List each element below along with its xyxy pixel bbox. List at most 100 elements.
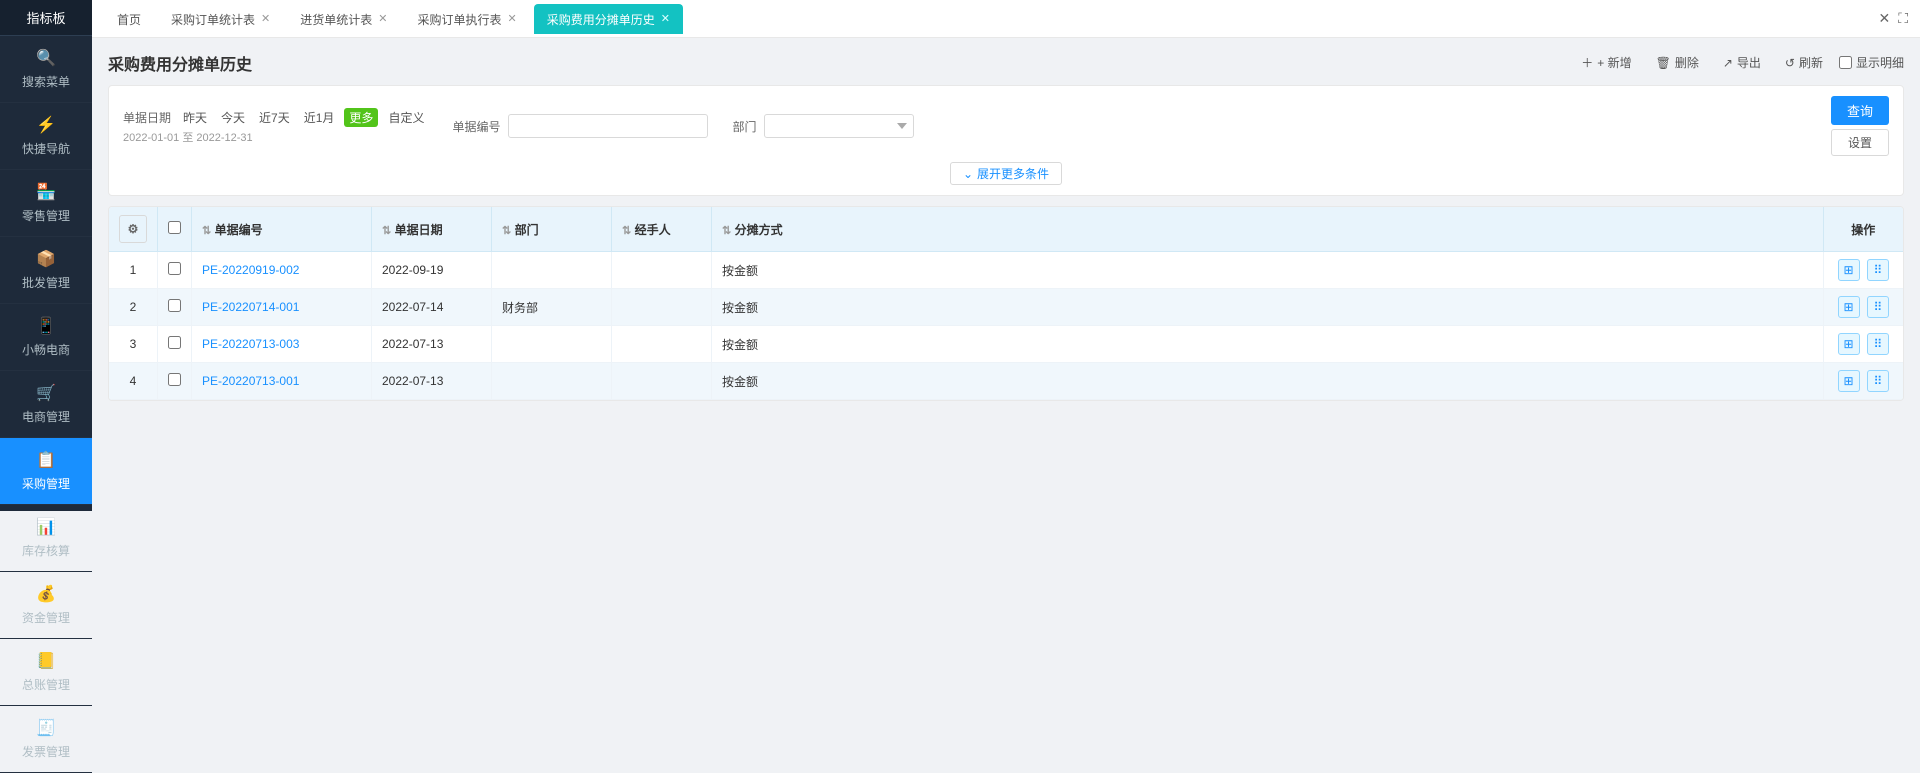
retail-icon: 🏪 (36, 182, 56, 202)
sidebar-item-ecommerce-label: 电商管理 (22, 408, 70, 425)
tab-inbound-stats-close[interactable]: ✕ (378, 14, 387, 25)
doc-id-link[interactable]: PE-20220713-003 (202, 337, 299, 351)
tab-inbound-stats[interactable]: 进货单统计表 ✕ (287, 4, 400, 34)
refresh-button[interactable]: ↺ 刷新 (1777, 50, 1831, 75)
fullscreen-icon[interactable]: ⛶ (1898, 10, 1908, 27)
row-doc-id: PE-20220714-001 (192, 289, 372, 326)
edit-button[interactable]: ⠿ (1867, 333, 1889, 355)
finance-icon: 💰 (36, 584, 56, 604)
sort-handler-icon[interactable]: ⇅ (622, 225, 631, 237)
date-range-text: 2022-01-01 至 2022-12-31 (123, 129, 428, 145)
view-button[interactable]: ⊞ (1838, 333, 1860, 355)
doc-id-link[interactable]: PE-20220714-001 (202, 300, 299, 314)
edit-button[interactable]: ⠿ (1867, 370, 1889, 392)
tab-purchase-cost-label: 采购费用分摊单历史 (547, 11, 655, 28)
sort-dept-icon[interactable]: ⇅ (502, 225, 511, 237)
sidebar-item-inventory-label: 库存核算 (22, 542, 70, 559)
add-button[interactable]: ＋ + 新增 (1573, 50, 1639, 75)
edit-button[interactable]: ⠿ (1867, 259, 1889, 281)
query-button[interactable]: 查询 (1831, 96, 1889, 125)
row-doc-id: PE-20220713-001 (192, 363, 372, 400)
row-ops: ⊞ ⠿ (1823, 289, 1903, 326)
tab-home[interactable]: 首页 (104, 4, 154, 34)
tab-purchase-exec-close[interactable]: ✕ (508, 14, 517, 25)
tab-purchase-cost-close[interactable]: ✕ (661, 14, 670, 25)
date-btn-7days[interactable]: 近7天 (255, 108, 294, 127)
delete-icon: 🗑 (1656, 56, 1671, 70)
edit-button[interactable]: ⠿ (1867, 296, 1889, 318)
tab-purchase-exec[interactable]: 采购订单执行表 ✕ (404, 4, 529, 34)
row-checkbox[interactable] (168, 262, 181, 275)
row-dept (492, 252, 612, 289)
show-cols-check[interactable]: 显示明细 (1839, 54, 1904, 71)
date-btn-custom[interactable]: 自定义 (384, 108, 428, 127)
th-method: ⇅ 分摊方式 (712, 207, 1824, 252)
view-button[interactable]: ⊞ (1838, 370, 1860, 392)
filter-settings-button[interactable]: 设置 (1831, 129, 1889, 156)
close-all-icon[interactable]: ✕ (1878, 10, 1890, 27)
table-settings-button[interactable]: ⚙ (119, 215, 147, 243)
inventory-icon: 📊 (36, 517, 56, 537)
expand-conditions-button[interactable]: ⌄ 展开更多条件 (950, 162, 1062, 185)
show-cols-checkbox[interactable] (1839, 56, 1852, 69)
export-button[interactable]: ↗ 导出 (1715, 50, 1769, 75)
tab-bar-actions: ✕ ⛶ (1878, 10, 1908, 27)
sidebar-item-ecommerce[interactable]: 🛒 电商管理 (0, 371, 92, 438)
row-method: 按金额 (712, 252, 1824, 289)
sort-date-icon[interactable]: ⇅ (382, 225, 391, 237)
sort-method-icon[interactable]: ⇅ (722, 225, 731, 237)
row-no: 3 (109, 326, 158, 363)
sort-icon[interactable]: ⇅ (202, 225, 211, 237)
tab-purchase-stats-label: 采购订单统计表 (171, 11, 255, 28)
date-btn-today[interactable]: 今天 (217, 108, 249, 127)
tab-purchase-cost[interactable]: 采购费用分摊单历史 ✕ (534, 4, 683, 34)
select-all-checkbox[interactable] (168, 221, 181, 234)
sidebar-item-invoice[interactable]: 🧾 发票管理 (0, 706, 92, 773)
view-button[interactable]: ⊞ (1838, 296, 1860, 318)
sidebar-item-finance-label: 资金管理 (22, 609, 70, 626)
row-checkbox-cell (158, 252, 192, 289)
sidebar-item-purchase[interactable]: 📋 采购管理 (0, 438, 92, 505)
dept-select[interactable] (764, 114, 914, 138)
tab-purchase-stats-close[interactable]: ✕ (261, 14, 270, 25)
sidebar-item-mini[interactable]: 📱 小畅电商 (0, 304, 92, 371)
date-btn-more[interactable]: 更多 (344, 108, 378, 127)
row-checkbox[interactable] (168, 373, 181, 386)
row-handler (612, 289, 712, 326)
content: 采购费用分摊单历史 ＋ + 新增 🗑 删除 ↗ 导出 ↺ 刷新 (92, 38, 1920, 511)
sidebar-item-search[interactable]: 🔍 搜索菜单 (0, 36, 92, 103)
th-ops: 操作 (1823, 207, 1903, 252)
sidebar-item-wholesale[interactable]: 📦 批发管理 (0, 237, 92, 304)
table-header-row: ⚙ ⇅ 单据编号 ⇅ 单据日期 (109, 207, 1903, 252)
tab-bar: 首页 采购订单统计表 ✕ 进货单统计表 ✕ 采购订单执行表 ✕ 采购费用分摊单历… (92, 0, 1920, 38)
row-ops: ⊞ ⠿ (1823, 363, 1903, 400)
row-checkbox[interactable] (168, 299, 181, 312)
sidebar-item-inventory[interactable]: 📊 库存核算 (0, 505, 92, 572)
row-checkbox[interactable] (168, 336, 181, 349)
sidebar-item-retail[interactable]: 🏪 零售管理 (0, 170, 92, 237)
doc-id-link[interactable]: PE-20220713-001 (202, 374, 299, 388)
sidebar-item-finance[interactable]: 💰 资金管理 (0, 572, 92, 639)
purchase-icon: 📋 (36, 450, 56, 470)
row-no: 4 (109, 363, 158, 400)
sidebar-item-shortcut[interactable]: ⚡ 快捷导航 (0, 103, 92, 170)
row-date: 2022-07-13 (372, 326, 492, 363)
sidebar-item-purchase-label: 采购管理 (22, 475, 70, 492)
export-icon: ↗ (1723, 56, 1733, 70)
date-btn-yesterday[interactable]: 昨天 (179, 108, 211, 127)
doc-no-input[interactable] (508, 114, 708, 138)
sidebar-item-ledger[interactable]: 📒 总账管理 (0, 639, 92, 706)
toolbar: ＋ + 新增 🗑 删除 ↗ 导出 ↺ 刷新 显示明细 (1573, 50, 1904, 75)
row-no: 2 (109, 289, 158, 326)
date-btn-1month[interactable]: 近1月 (300, 108, 339, 127)
tab-purchase-stats[interactable]: 采购订单统计表 ✕ (158, 4, 283, 34)
doc-id-link[interactable]: PE-20220919-002 (202, 263, 299, 277)
ledger-icon: 📒 (36, 651, 56, 671)
show-cols-label: 显示明细 (1856, 54, 1904, 71)
delete-button[interactable]: 🗑 删除 (1648, 50, 1707, 75)
row-no: 1 (109, 252, 158, 289)
row-checkbox-cell (158, 289, 192, 326)
view-button[interactable]: ⊞ (1838, 259, 1860, 281)
dept-label: 部门 (732, 118, 756, 135)
expand-btn-label: 展开更多条件 (977, 165, 1049, 182)
